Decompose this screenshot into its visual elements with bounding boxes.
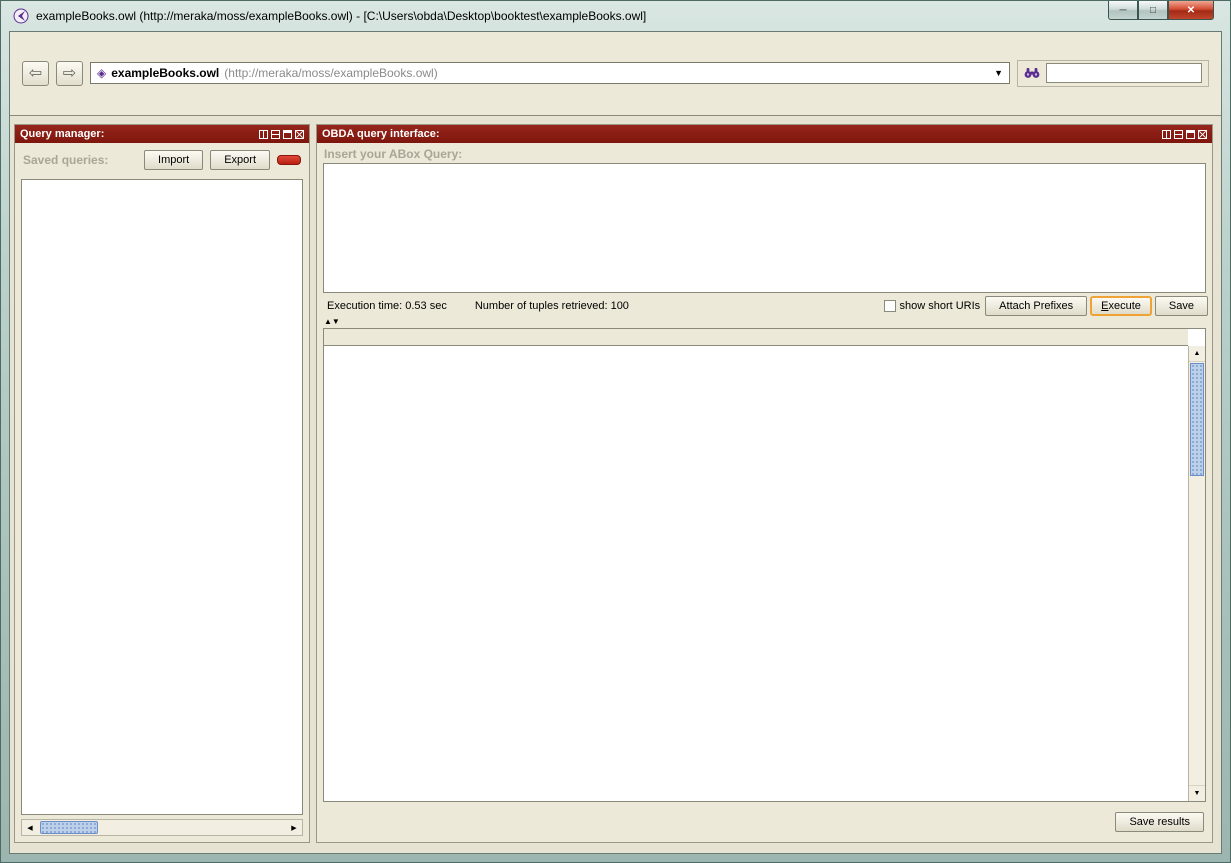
tab-strip: [10, 90, 1221, 115]
attach-prefixes-button[interactable]: Attach Prefixes: [985, 296, 1088, 316]
minimize-button[interactable]: ─: [1108, 1, 1138, 20]
close-button[interactable]: ✕: [1168, 1, 1214, 20]
panel-window-controls: [259, 129, 304, 139]
obda-query-header: OBDA query interface:: [317, 125, 1212, 143]
close-panel-icon[interactable]: [1198, 129, 1207, 139]
ontology-uri: (http://meraka/moss/exampleBooks.owl): [224, 66, 438, 80]
maximize-panel-icon[interactable]: [283, 129, 292, 139]
workspace: Query manager: Saved queries: Import Exp…: [10, 115, 1221, 853]
window-frame: exampleBooks.owl (http://meraka/moss/exa…: [0, 0, 1231, 863]
ontology-name: exampleBooks.owl: [111, 66, 220, 80]
titlebar[interactable]: exampleBooks.owl (http://meraka/moss/exa…: [1, 1, 1070, 31]
menu-bar: [10, 32, 1221, 56]
panel-window-controls: [1162, 129, 1207, 139]
scroll-right-icon[interactable]: ▶: [286, 820, 302, 835]
search-input[interactable]: [1046, 63, 1202, 83]
save-query-button[interactable]: Save: [1154, 296, 1208, 316]
ontology-diamond-icon: ◈: [97, 66, 107, 80]
horizontal-scrollbar[interactable]: ◀ ▶: [21, 819, 303, 836]
splitter-collapse-icons[interactable]: ▲▼: [324, 317, 340, 326]
splitter[interactable]: ▲▼: [317, 317, 1212, 328]
query-manager-panel: Query manager: Saved queries: Import Exp…: [14, 124, 310, 843]
query-editor[interactable]: [323, 163, 1206, 293]
insert-query-label: Insert your ABox Query:: [324, 147, 463, 161]
protege-logo-icon: [13, 8, 29, 24]
maximize-panel-icon[interactable]: [1186, 129, 1195, 139]
import-button[interactable]: Import: [144, 150, 204, 170]
scroll-up-icon[interactable]: ▲: [1189, 346, 1205, 362]
forward-arrow-icon: ⇨: [62, 65, 77, 82]
float-icon[interactable]: [259, 129, 268, 139]
toolbar: ⇦ ⇨ ◈ exampleBooks.owl (http://meraka/mo…: [10, 56, 1221, 90]
search-group: [1017, 59, 1209, 87]
tuples-retrieved: Number of tuples retrieved: 100: [474, 300, 629, 312]
chevron-down-icon[interactable]: ▼: [994, 68, 1003, 78]
results-table: ▲ ▼: [323, 328, 1206, 802]
query-actions: show short URIs Attach Prefixes Execute …: [884, 296, 1208, 316]
obda-query-title: OBDA query interface:: [322, 128, 440, 140]
close-panel-icon[interactable]: [295, 129, 304, 139]
minimize-panel-icon[interactable]: [1174, 129, 1183, 139]
delete-query-button[interactable]: [277, 155, 301, 165]
saved-queries-label: Saved queries:: [23, 153, 109, 167]
execution-time: Execution time: 0.53 sec: [327, 300, 447, 312]
show-short-uris-label: show short URIs: [899, 300, 981, 312]
maximize-button[interactable]: □: [1138, 1, 1168, 20]
window-title: exampleBooks.owl (http://meraka/moss/exa…: [36, 9, 647, 23]
binoculars-icon: [1024, 68, 1040, 78]
minimize-panel-icon[interactable]: [271, 129, 280, 139]
export-button[interactable]: Export: [210, 150, 270, 170]
saved-queries-toolbar: Saved queries: Import Export: [15, 143, 309, 177]
scroll-down-icon[interactable]: ▼: [1189, 785, 1205, 801]
ontology-selector[interactable]: ◈ exampleBooks.owl (http://meraka/moss/e…: [90, 62, 1010, 84]
obda-query-panel: OBDA query interface: Insert your ABox Q…: [316, 124, 1213, 843]
query-manager-title: Query manager:: [20, 128, 105, 140]
scrollbar-thumb[interactable]: [1190, 363, 1204, 476]
show-short-uris-checkbox[interactable]: [884, 300, 897, 312]
results-table-header: [324, 329, 1188, 346]
query-status-bar: Execution time: 0.53 sec Number of tuple…: [317, 293, 1212, 319]
float-icon[interactable]: [1162, 129, 1171, 139]
query-manager-header: Query manager:: [15, 125, 309, 143]
execute-button[interactable]: Execute: [1090, 296, 1152, 316]
app-client-area: ⇦ ⇨ ◈ exampleBooks.owl (http://meraka/mo…: [9, 31, 1222, 854]
save-results-button[interactable]: Save results: [1115, 812, 1204, 832]
vertical-scrollbar[interactable]: ▲ ▼: [1188, 346, 1205, 801]
back-arrow-button[interactable]: ⇦: [22, 60, 49, 86]
results-table-body: [324, 346, 1188, 801]
scrollbar-thumb[interactable]: [40, 821, 98, 834]
back-arrow-icon: ⇦: [28, 65, 43, 82]
results-footer: Save results: [317, 802, 1212, 842]
scroll-left-icon[interactable]: ◀: [22, 820, 38, 835]
forward-arrow-button[interactable]: ⇨: [56, 60, 83, 86]
window-controls: ─ □ ✕: [1108, 1, 1214, 20]
saved-queries-list: [21, 179, 303, 815]
